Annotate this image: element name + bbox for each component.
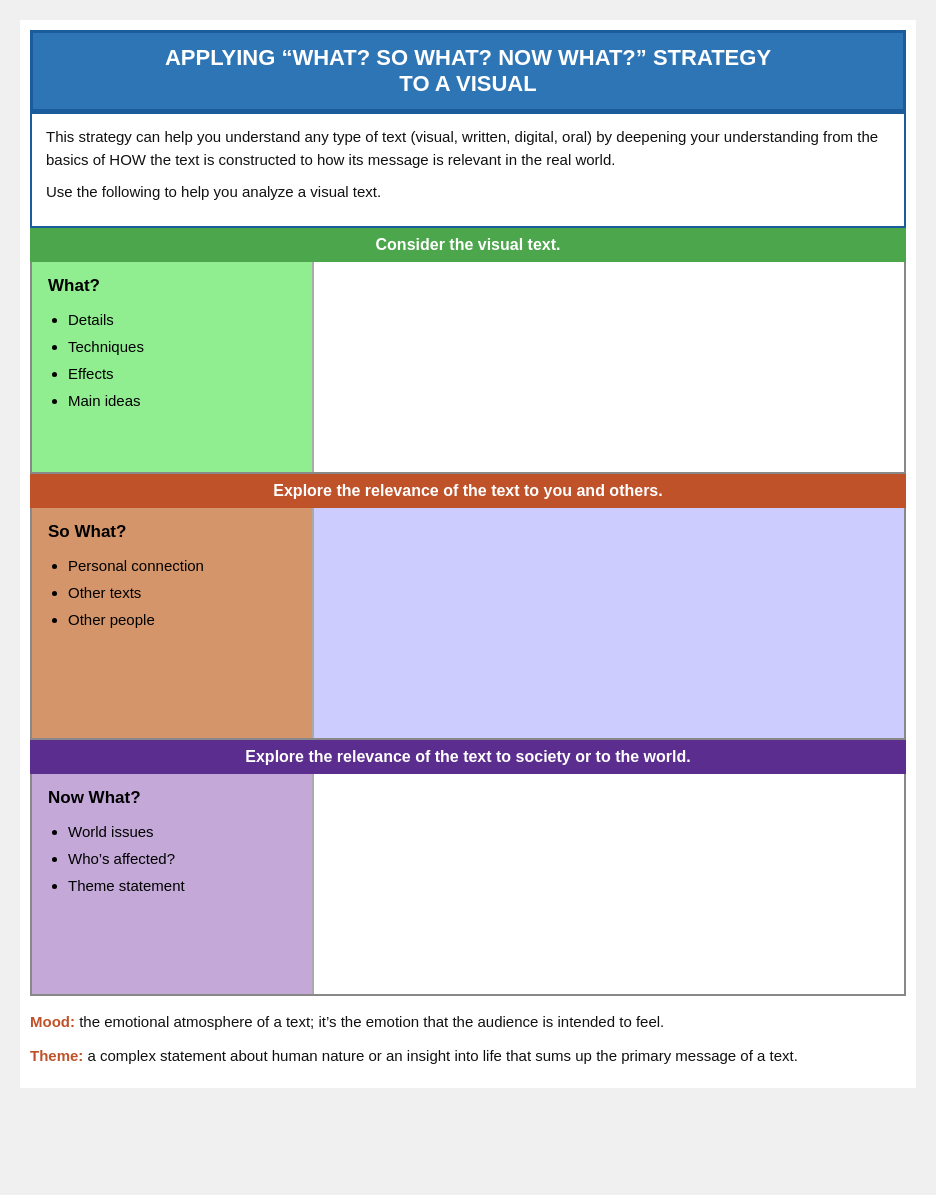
section1-right[interactable] (312, 262, 904, 472)
section3-bullets: World issues Who’s affected? Theme state… (48, 818, 296, 899)
list-item: Personal connection (68, 552, 296, 579)
intro-section: This strategy can help you understand an… (30, 112, 906, 228)
bottom-notes: Mood: the emotional atmosphere of a text… (30, 1010, 906, 1068)
mood-note: Mood: the emotional atmosphere of a text… (30, 1010, 906, 1034)
list-item: Other people (68, 606, 296, 633)
section2-right[interactable] (312, 508, 904, 738)
intro-para2: Use the following to help you analyze a … (46, 181, 890, 204)
section-what: Consider the visual text. What? Details … (30, 228, 906, 474)
intro-para1: This strategy can help you understand an… (46, 126, 890, 171)
section2-row: So What? Personal connection Other texts… (30, 508, 906, 740)
section2-header: Explore the relevance of the text to you… (30, 474, 906, 508)
section2-bullets: Personal connection Other texts Other pe… (48, 552, 296, 633)
section3-header: Explore the relevance of the text to soc… (30, 740, 906, 774)
section-sowhat: Explore the relevance of the text to you… (30, 474, 906, 740)
section3-row: Now What? World issues Who’s affected? T… (30, 774, 906, 996)
page-title: APPLYING “WHAT? SO WHAT? NOW WHAT?” STRA… (30, 30, 906, 112)
section3-right[interactable] (312, 774, 904, 994)
section3-left: Now What? World issues Who’s affected? T… (32, 774, 312, 994)
section1-left: What? Details Techniques Effects Main id… (32, 262, 312, 472)
theme-text: a complex statement about human nature o… (83, 1047, 798, 1064)
theme-note: Theme: a complex statement about human n… (30, 1044, 906, 1068)
mood-label: Mood: (30, 1013, 75, 1030)
section1-title: What? (48, 276, 296, 296)
list-item: Details (68, 306, 296, 333)
list-item: Effects (68, 360, 296, 387)
section1-header: Consider the visual text. (30, 228, 906, 262)
section2-title: So What? (48, 522, 296, 542)
list-item: Main ideas (68, 387, 296, 414)
section3-title: Now What? (48, 788, 296, 808)
mood-text: the emotional atmosphere of a text; it’s… (75, 1013, 664, 1030)
page: APPLYING “WHAT? SO WHAT? NOW WHAT?” STRA… (20, 20, 916, 1088)
list-item: Theme statement (68, 872, 296, 899)
list-item: Other texts (68, 579, 296, 606)
section1-row: What? Details Techniques Effects Main id… (30, 262, 906, 474)
section1-bullets: Details Techniques Effects Main ideas (48, 306, 296, 414)
list-item: Who’s affected? (68, 845, 296, 872)
list-item: World issues (68, 818, 296, 845)
section2-left: So What? Personal connection Other texts… (32, 508, 312, 738)
theme-label: Theme: (30, 1047, 83, 1064)
list-item: Techniques (68, 333, 296, 360)
section-nowwhat: Explore the relevance of the text to soc… (30, 740, 906, 996)
